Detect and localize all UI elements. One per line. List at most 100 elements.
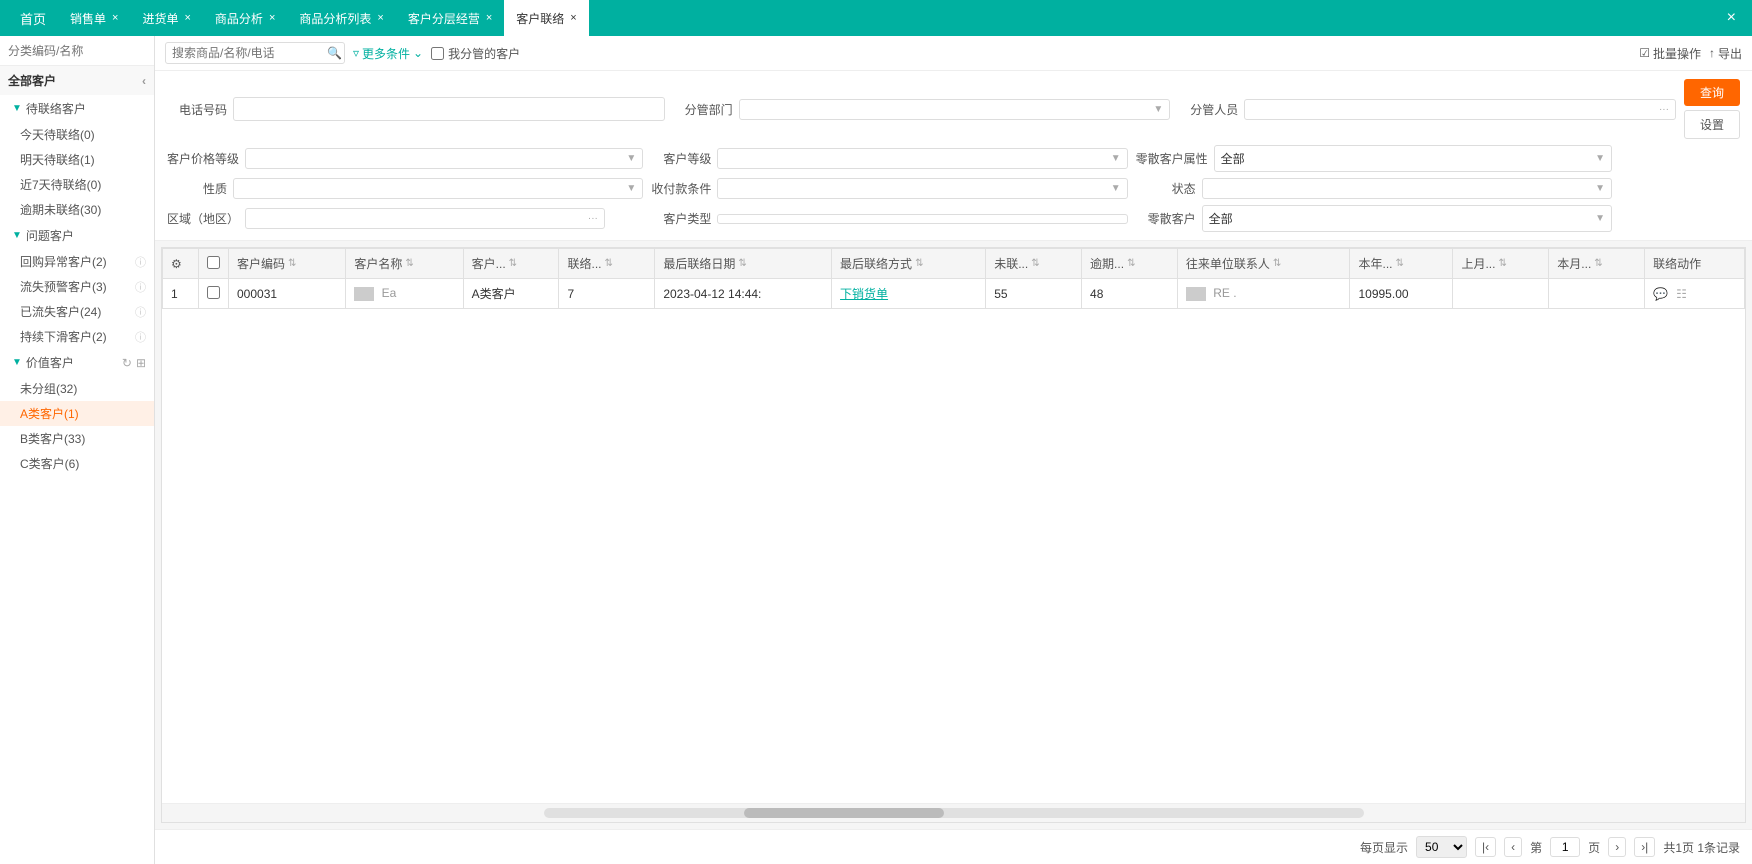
my-customers-checkbox-area[interactable]: 我分管的客户	[431, 45, 520, 62]
last-page-button[interactable]: ›|	[1634, 837, 1655, 857]
table-scroll[interactable]: ⚙ 客户编码 ⇅	[162, 248, 1745, 803]
select-all-checkbox[interactable]	[207, 256, 220, 269]
refresh-icon[interactable]: ↻	[122, 356, 132, 370]
unitcontact-sort-icon[interactable]: ⇅	[1273, 258, 1281, 269]
sidebar-item-b-class[interactable]: B类客户(33)	[0, 426, 154, 451]
price-level-select[interactable]: ▼	[245, 148, 643, 169]
close-tab-analysis[interactable]: ×	[269, 12, 275, 24]
close-tab-customer-mgmt[interactable]: ×	[486, 12, 492, 24]
lastmonth-sort-icon[interactable]: ⇅	[1498, 258, 1506, 269]
th-settings[interactable]: ⚙	[163, 249, 199, 279]
ctype-sort-icon[interactable]: ⇅	[509, 258, 517, 269]
search-input[interactable]	[172, 46, 327, 60]
first-page-button[interactable]: |‹	[1475, 837, 1496, 857]
horizontal-scrollbar[interactable]	[162, 803, 1745, 822]
region-select[interactable]: ···	[245, 208, 605, 229]
contact-method-link[interactable]: 下销货单	[840, 287, 888, 301]
value-customers-group[interactable]: ▼ 价值客户 ↻ ⊞	[0, 349, 154, 376]
row-checkbox[interactable]	[207, 286, 220, 299]
grid-icon[interactable]: ☷	[1676, 287, 1687, 301]
th-overdue[interactable]: 逾期... ⇅	[1082, 249, 1178, 279]
customer-level-select[interactable]: ▼	[717, 148, 1127, 169]
th-code[interactable]: 客户编码 ⇅	[229, 249, 346, 279]
payment-select[interactable]: ▼	[717, 178, 1127, 199]
sidebar-item-tomorrow[interactable]: 明天待联络(1)	[0, 147, 154, 172]
retail-customer-select[interactable]: 全部 ▼	[1202, 205, 1612, 232]
year-sort-icon[interactable]: ⇅	[1396, 258, 1404, 269]
row-checkbox-cell	[199, 279, 229, 309]
customer-type-select[interactable]	[717, 214, 1127, 224]
nav-home[interactable]: 首页	[8, 9, 58, 28]
close-tab-customer-contact[interactable]: ×	[570, 12, 576, 24]
next-page-button[interactable]: ›	[1608, 837, 1626, 857]
th-this-month[interactable]: 本月... ⇅	[1549, 249, 1645, 279]
settings-button[interactable]: 设置	[1684, 110, 1740, 139]
nav-tab-customer-contact[interactable]: 客户联络 ×	[504, 0, 588, 36]
close-tab-analysis-list[interactable]: ×	[377, 12, 383, 24]
code-sort-icon[interactable]: ⇅	[288, 258, 296, 269]
th-unit-contact[interactable]: 往来单位联系人 ⇅	[1177, 249, 1350, 279]
name-sort-icon[interactable]: ⇅	[405, 258, 413, 269]
th-customer-type[interactable]: 客户... ⇅	[463, 249, 559, 279]
th-name[interactable]: 客户名称 ⇅	[346, 249, 463, 279]
nav-tab-customer-mgmt[interactable]: 客户分层经营 ×	[396, 0, 504, 36]
all-customers-header: 全部客户 ‹	[0, 66, 154, 95]
th-year-amount[interactable]: 本年... ⇅	[1350, 249, 1453, 279]
sidebar-item-overdue[interactable]: 逾期未联络(30)	[0, 197, 154, 222]
my-customers-checkbox[interactable]	[431, 47, 444, 60]
overdue-sort-icon[interactable]: ⇅	[1127, 258, 1135, 269]
th-last-month[interactable]: 上月... ⇅	[1453, 249, 1549, 279]
prev-page-button[interactable]: ‹	[1504, 837, 1522, 857]
close-tab-purchase[interactable]: ×	[184, 12, 190, 24]
sidebar-item-c-class[interactable]: C类客户(6)	[0, 451, 154, 476]
method-sort-icon[interactable]: ⇅	[915, 258, 923, 269]
nav-tab-analysis[interactable]: 商品分析 ×	[203, 0, 287, 36]
nature-select[interactable]: ▼	[233, 178, 643, 199]
sidebar-item-ungrouped[interactable]: 未分组(32)	[0, 376, 154, 401]
nav-tab-sales[interactable]: 销售单 ×	[58, 0, 130, 36]
sidebar-item-today[interactable]: 今天待联络(0)	[0, 122, 154, 147]
table-settings-icon[interactable]: ⚙	[171, 257, 182, 271]
repurchase-info-icon: ⓘ	[135, 254, 146, 270]
row-index: 1	[163, 279, 199, 309]
sidebar-item-repurchase[interactable]: 回购异常客户(2) ⓘ	[0, 249, 154, 274]
scrollbar-thumb[interactable]	[744, 808, 944, 818]
pending-contact-group[interactable]: ▼ 待联络客户	[0, 95, 154, 122]
nocontact-sort-icon[interactable]: ⇅	[1031, 258, 1039, 269]
sidebar-item-declining[interactable]: 持续下滑客户(2) ⓘ	[0, 324, 154, 349]
query-button[interactable]: 查询	[1684, 79, 1740, 106]
retail-attr-select[interactable]: 全部 ▼	[1214, 145, 1612, 172]
sidebar-collapse-icon[interactable]: ‹	[142, 74, 146, 88]
chat-icon[interactable]: 💬	[1653, 287, 1668, 301]
page-size-select[interactable]: 50 100	[1416, 836, 1467, 858]
close-tab-sales[interactable]: ×	[112, 12, 118, 24]
nav-tab-purchase[interactable]: 进货单 ×	[130, 0, 202, 36]
close-main-button[interactable]: ×	[1719, 9, 1744, 27]
table-area: ⚙ 客户编码 ⇅	[161, 247, 1746, 823]
date-sort-icon[interactable]: ⇅	[738, 258, 746, 269]
th-no-contact[interactable]: 未联... ⇅	[986, 249, 1082, 279]
export-button[interactable]: ↑ 导出	[1709, 45, 1742, 62]
add-icon[interactable]: ⊞	[136, 356, 146, 370]
batch-op-button[interactable]: ☑ 批量操作	[1639, 45, 1701, 62]
thismonth-sort-icon[interactable]: ⇅	[1594, 258, 1602, 269]
sidebar-item-churn-warning[interactable]: 流失预警客户(3) ⓘ	[0, 274, 154, 299]
sidebar-search-input[interactable]	[8, 44, 155, 58]
search-icon[interactable]: 🔍	[327, 46, 342, 60]
phone-input[interactable]	[233, 97, 665, 121]
sidebar-item-7days[interactable]: 近7天待联络(0)	[0, 172, 154, 197]
sidebar-item-a-class[interactable]: A类客户(1)	[0, 401, 154, 426]
problem-customers-group[interactable]: ▼ 问题客户	[0, 222, 154, 249]
dept-select[interactable]: ▼	[739, 99, 1171, 120]
region-chevron: ···	[588, 213, 598, 224]
th-last-contact-method[interactable]: 最后联络方式 ⇅	[832, 249, 986, 279]
person-select[interactable]: ···	[1244, 99, 1676, 120]
contact-sort-icon[interactable]: ⇅	[605, 258, 613, 269]
th-last-contact-date[interactable]: 最后联络日期 ⇅	[655, 249, 832, 279]
page-number-input[interactable]	[1550, 837, 1580, 857]
th-contact-count[interactable]: 联络... ⇅	[559, 249, 655, 279]
status-select[interactable]: ▼	[1202, 178, 1612, 199]
sidebar-item-churned[interactable]: 已流失客户(24) ⓘ	[0, 299, 154, 324]
more-filters-button[interactable]: ▿ 更多条件 ⌄	[353, 45, 423, 62]
nav-tab-analysis-list[interactable]: 商品分析列表 ×	[287, 0, 395, 36]
